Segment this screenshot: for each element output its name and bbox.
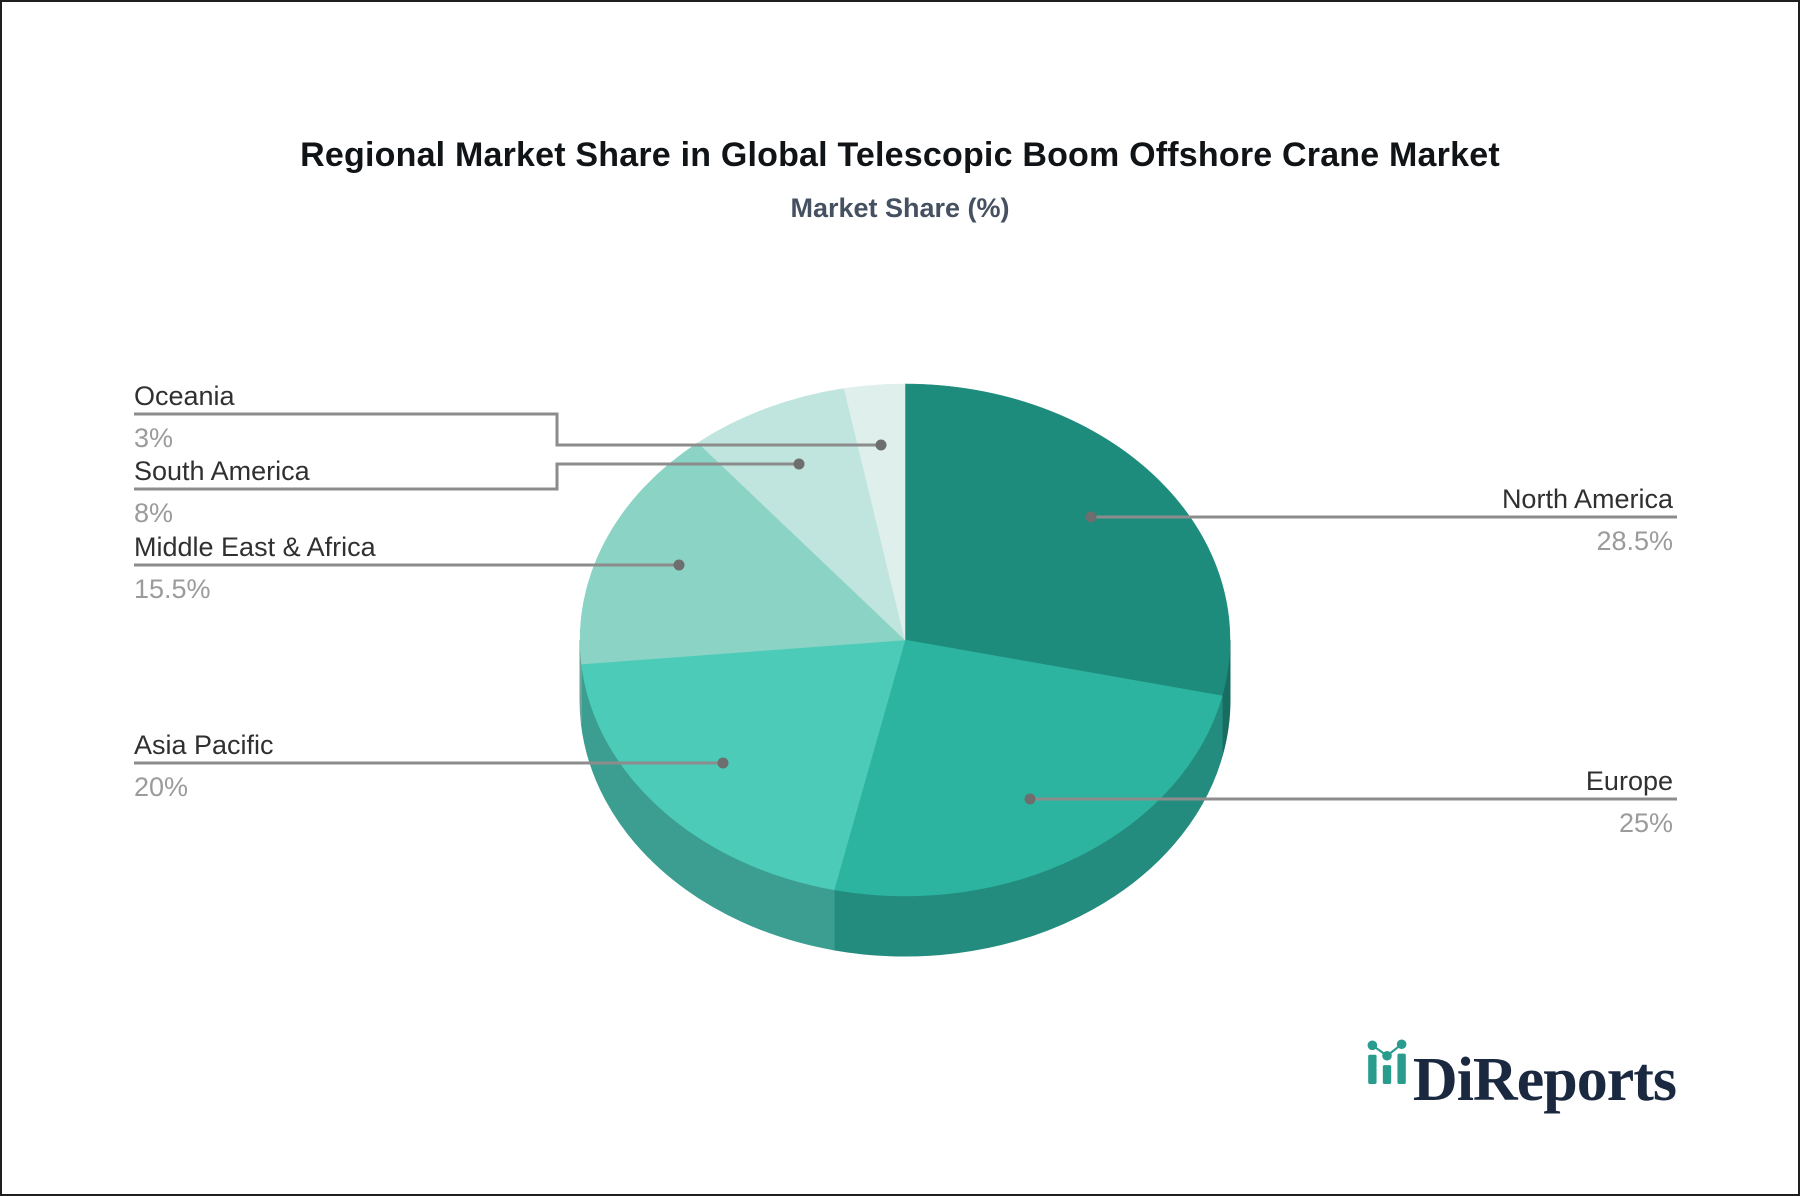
region-percent-label: 8% <box>134 498 174 528</box>
callout-asia-pacific: Asia Pacific 20% <box>134 728 274 802</box>
region-percent-label: 28.5% <box>1596 526 1673 556</box>
callout-anchor-dot <box>673 559 685 571</box>
region-label: South America <box>134 456 310 486</box>
region-percent-label: 3% <box>134 423 174 453</box>
region-label: Europe <box>1585 766 1673 796</box>
callout-anchor-dot <box>793 458 805 470</box>
region-label: Middle East & Africa <box>134 532 376 562</box>
region-percent-label: 15.5% <box>134 574 211 604</box>
region-percent-label: 25% <box>1618 808 1673 838</box>
callout-anchor-dot <box>717 757 729 769</box>
callout-anchor-dot <box>875 439 887 451</box>
callout-middle-east-africa: Middle East & Africa 15.5% <box>134 530 376 604</box>
logo-text: DiReports <box>1412 1046 1677 1114</box>
callout-north-america: North America 28.5% <box>1502 482 1673 556</box>
chart-canvas: Regional Market Share in Global Telescop… <box>0 0 1800 1196</box>
callout-anchor-dot <box>1024 793 1036 805</box>
logo-bar-trend-icon <box>1367 1039 1407 1084</box>
callout-oceania: Oceania 3% <box>134 379 235 453</box>
region-percent-label: 20% <box>134 772 189 802</box>
callout-anchor-dot <box>1085 511 1097 523</box>
callout-south-america: South America 8% <box>134 454 310 528</box>
logo[interactable]: DiReports <box>1367 1035 1677 1114</box>
region-label: North America <box>1501 484 1673 514</box>
region-label: Asia Pacific <box>134 730 274 760</box>
callout-europe: Europe 25% <box>1586 764 1673 838</box>
region-label: Oceania <box>134 381 235 411</box>
